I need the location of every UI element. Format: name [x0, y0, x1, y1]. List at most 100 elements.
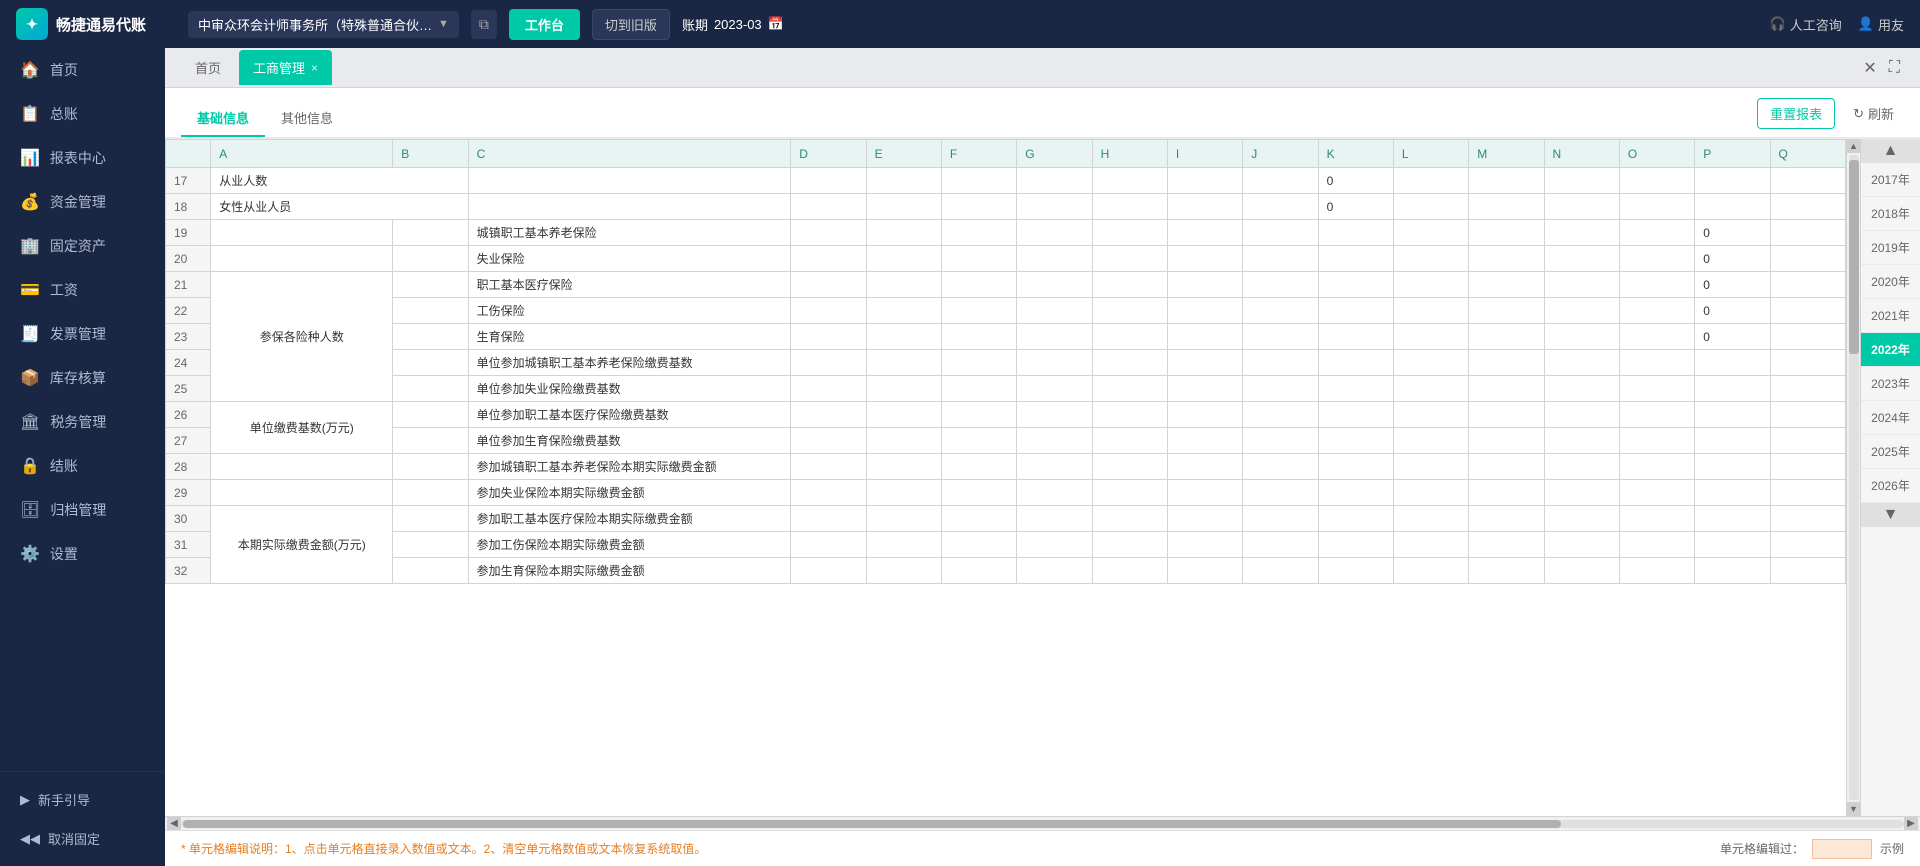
- cell-29-l[interactable]: [1393, 480, 1468, 506]
- cell-29-o[interactable]: [1619, 480, 1694, 506]
- cell-25-p[interactable]: [1695, 376, 1770, 402]
- cell-21-h[interactable]: [1092, 272, 1167, 298]
- cell-18-j[interactable]: [1243, 194, 1318, 220]
- cell-17-m[interactable]: [1469, 168, 1544, 194]
- cell-19-e[interactable]: [866, 220, 941, 246]
- cell-20-m[interactable]: [1469, 246, 1544, 272]
- cell-27-c[interactable]: 单位参加生育保险缴费基数: [468, 428, 791, 454]
- cell-29-e[interactable]: [866, 480, 941, 506]
- cell-19-k[interactable]: [1318, 220, 1393, 246]
- cell-31-d[interactable]: [791, 532, 866, 558]
- cell-25-k[interactable]: [1318, 376, 1393, 402]
- cell-31-f[interactable]: [941, 532, 1016, 558]
- cell-22-c[interactable]: 工伤保险: [468, 298, 791, 324]
- cell-20-l[interactable]: [1393, 246, 1468, 272]
- cell-22-g[interactable]: [1017, 298, 1092, 324]
- year-item-2018[interactable]: 2018年: [1861, 197, 1920, 231]
- cell-19-j[interactable]: [1243, 220, 1318, 246]
- cell-21-p[interactable]: 0: [1695, 272, 1770, 298]
- cell-24-h[interactable]: [1092, 350, 1167, 376]
- cell-21-f[interactable]: [941, 272, 1016, 298]
- cell-31-g[interactable]: [1017, 532, 1092, 558]
- cell-31-n[interactable]: [1544, 532, 1619, 558]
- close-window-button[interactable]: ✕: [1859, 54, 1880, 82]
- cell-26-n[interactable]: [1544, 402, 1619, 428]
- cell-17-n[interactable]: [1544, 168, 1619, 194]
- cell-27-k[interactable]: [1318, 428, 1393, 454]
- cell-18-q[interactable]: [1770, 194, 1845, 220]
- cell-29-b[interactable]: [393, 480, 468, 506]
- cell-20-n[interactable]: [1544, 246, 1619, 272]
- cell-20-e[interactable]: [866, 246, 941, 272]
- cell-17-i[interactable]: [1167, 168, 1242, 194]
- cell-20-d[interactable]: [791, 246, 866, 272]
- cell-23-b[interactable]: [393, 324, 468, 350]
- cell-21-o[interactable]: [1619, 272, 1694, 298]
- cell-24-c[interactable]: 单位参加城镇职工基本养老保险缴费基数: [468, 350, 791, 376]
- year-item-2021[interactable]: 2021年: [1861, 299, 1920, 333]
- cell-27-g[interactable]: [1017, 428, 1092, 454]
- cell-28-a[interactable]: [211, 454, 393, 480]
- cell-19-a[interactable]: [211, 220, 393, 246]
- cell-17-q[interactable]: [1770, 168, 1845, 194]
- cell-32-d[interactable]: [791, 558, 866, 584]
- cell-25-o[interactable]: [1619, 376, 1694, 402]
- cell-17-e[interactable]: [866, 168, 941, 194]
- cell-19-c[interactable]: 城镇职工基本养老保险: [468, 220, 791, 246]
- cell-20-a[interactable]: [211, 246, 393, 272]
- h-scroll-right-button[interactable]: ▶: [1904, 817, 1918, 831]
- cell-25-b[interactable]: [393, 376, 468, 402]
- cell-32-i[interactable]: [1167, 558, 1242, 584]
- cell-25-h[interactable]: [1092, 376, 1167, 402]
- cell-30-j[interactable]: [1243, 506, 1318, 532]
- cell-26-d[interactable]: [791, 402, 866, 428]
- unpin-button[interactable]: ◀◀ 取消固定: [0, 819, 165, 858]
- cell-27-h[interactable]: [1092, 428, 1167, 454]
- cell-28-o[interactable]: [1619, 454, 1694, 480]
- h-scroll-bar[interactable]: ◀ ▶: [165, 816, 1920, 830]
- cell-24-j[interactable]: [1243, 350, 1318, 376]
- cell-32-j[interactable]: [1243, 558, 1318, 584]
- cell-20-i[interactable]: [1167, 246, 1242, 272]
- cell-30-g[interactable]: [1017, 506, 1092, 532]
- cell-22-l[interactable]: [1393, 298, 1468, 324]
- cell-30-k[interactable]: [1318, 506, 1393, 532]
- cell-22-o[interactable]: [1619, 298, 1694, 324]
- cell-28-c[interactable]: 参加城镇职工基本养老保险本期实际缴费金额: [468, 454, 791, 480]
- cell-27-m[interactable]: [1469, 428, 1544, 454]
- cell-29-k[interactable]: [1318, 480, 1393, 506]
- cell-23-l[interactable]: [1393, 324, 1468, 350]
- cell-30-h[interactable]: [1092, 506, 1167, 532]
- cell-18-c[interactable]: [468, 194, 791, 220]
- h-scroll-left-button[interactable]: ◀: [167, 817, 181, 831]
- cell-31-l[interactable]: [1393, 532, 1468, 558]
- cell-17-h[interactable]: [1092, 168, 1167, 194]
- cell-30-f[interactable]: [941, 506, 1016, 532]
- cell-32-k[interactable]: [1318, 558, 1393, 584]
- cell-32-o[interactable]: [1619, 558, 1694, 584]
- year-item-2026[interactable]: 2026年: [1861, 469, 1920, 503]
- cell-27-p[interactable]: [1695, 428, 1770, 454]
- cell-18-n[interactable]: [1544, 194, 1619, 220]
- cell-22-p[interactable]: 0: [1695, 298, 1770, 324]
- cell-24-g[interactable]: [1017, 350, 1092, 376]
- sidebar-item-ledger[interactable]: 📋 总账: [0, 92, 165, 136]
- cell-17-k[interactable]: 0: [1318, 168, 1393, 194]
- year-item-2017[interactable]: 2017年: [1861, 163, 1920, 197]
- cell-24-q[interactable]: [1770, 350, 1845, 376]
- cell-29-h[interactable]: [1092, 480, 1167, 506]
- cell-28-e[interactable]: [866, 454, 941, 480]
- cell-28-n[interactable]: [1544, 454, 1619, 480]
- cell-28-p[interactable]: [1695, 454, 1770, 480]
- sidebar-item-reports[interactable]: 📊 报表中心: [0, 136, 165, 180]
- year-item-2022[interactable]: 2022年: [1861, 333, 1920, 367]
- cell-20-h[interactable]: [1092, 246, 1167, 272]
- cell-17-ab[interactable]: 从业人数: [211, 168, 468, 194]
- cell-21-c[interactable]: 职工基本医疗保险: [468, 272, 791, 298]
- cell-23-c[interactable]: 生育保险: [468, 324, 791, 350]
- user-menu[interactable]: 👤 用友: [1858, 15, 1904, 34]
- cell-26-f[interactable]: [941, 402, 1016, 428]
- reset-report-button[interactable]: 重置报表: [1757, 98, 1835, 129]
- cell-22-k[interactable]: [1318, 298, 1393, 324]
- cell-20-o[interactable]: [1619, 246, 1694, 272]
